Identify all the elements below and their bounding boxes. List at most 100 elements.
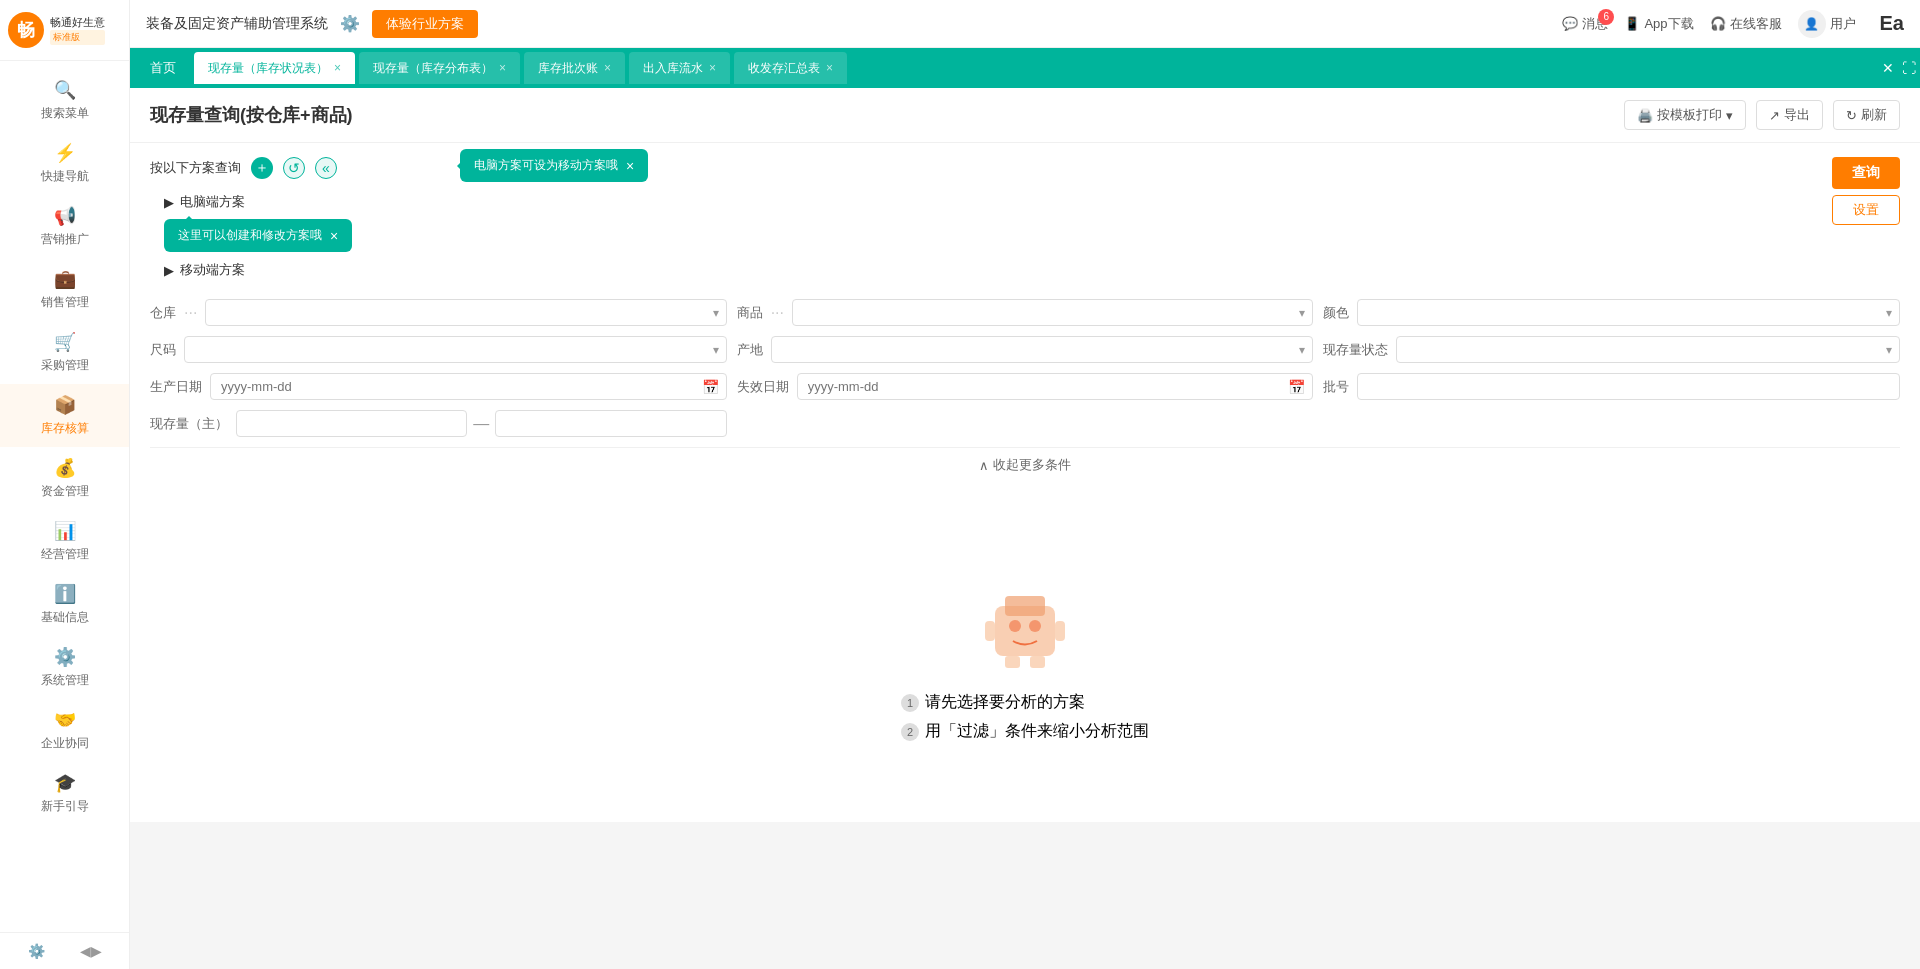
scheme-item-desktop[interactable]: ▶ 电脑端方案 [164,189,1900,215]
refresh-button[interactable]: ↻ 刷新 [1833,100,1900,130]
batch-input[interactable] [1357,373,1900,400]
guide-icon: 🎓 [54,772,76,794]
operation-icon: 📊 [54,520,76,542]
sidebar-item-shortcut[interactable]: ⚡ 快捷导航 [0,132,129,195]
collapse-bar[interactable]: ∧ 收起更多条件 [150,447,1900,482]
settings-bottom-icon[interactable]: ⚙️ [28,943,45,959]
sidebar-item-finance[interactable]: 💰 资金管理 [0,447,129,510]
filter-warehouse: 仓库 ··· ▾ [150,299,727,326]
sidebar-label-system: 系统管理 [41,672,89,689]
collapse-sidebar-icon[interactable]: ◀▶ [80,943,102,959]
tab-close-summary[interactable]: × [826,61,833,75]
stock-main-to[interactable] [495,410,726,437]
sidebar-item-inventory[interactable]: 📦 库存核算 [0,384,129,447]
filter-expire-date: 失效日期 📅 [737,373,1314,400]
filter-product: 商品 ··· ▾ [737,299,1314,326]
trial-button[interactable]: 体验行业方案 [372,10,478,38]
warehouse-select[interactable] [205,299,726,326]
origin-select[interactable] [771,336,1314,363]
scheme-arrow-mobile: ▶ [164,263,174,278]
filter-origin: 产地 ▾ [737,336,1314,363]
sidebar-item-purchase[interactable]: 🛒 采购管理 [0,321,129,384]
message-badge: 6 [1598,9,1614,25]
user-action[interactable]: 👤 用户 [1798,10,1856,38]
expire-date-calendar-icon[interactable]: 📅 [1288,379,1305,395]
size-select[interactable] [184,336,727,363]
sidebar-item-collab[interactable]: 🤝 企业协同 [0,699,129,762]
refresh-scheme-button[interactable]: ↺ [283,157,305,179]
sidebar-label-guide: 新手引导 [41,798,89,815]
filter-row-1: 仓库 ··· ▾ 商品 ··· ▾ [150,299,1900,326]
export-button[interactable]: ↗ 导出 [1756,100,1823,130]
sidebar-label-search: 搜索菜单 [41,105,89,122]
filter-row-4: 现存量（主） — [150,410,1900,437]
tab-close-all-icon[interactable]: ✕ [1882,60,1894,76]
produce-date-input[interactable] [210,373,727,400]
sidebar-item-operation[interactable]: 📊 经营管理 [0,510,129,573]
tooltip2-close[interactable]: × [330,228,338,244]
sidebar-nav: 🔍 搜索菜单 ⚡ 快捷导航 📢 营销推广 💼 销售管理 🛒 采购管理 📦 库存核… [0,61,129,932]
purchase-icon: 🛒 [54,331,76,353]
tab-summary[interactable]: 收发存汇总表 × [734,52,847,84]
filter-row-3: 生产日期 📅 失效日期 📅 [150,373,1900,400]
product-label: 商品 [737,304,763,322]
color-select[interactable] [1357,299,1900,326]
tab-inventory-dist[interactable]: 现存量（库存分布表） × [359,52,520,84]
expire-date-input[interactable] [797,373,1314,400]
sidebar-item-system[interactable]: ⚙️ 系统管理 [0,636,129,699]
filter-color: 颜色 ▾ [1323,299,1900,326]
basic-icon: ℹ️ [54,583,76,605]
tab-bar-right: ✕ ⛶ [1882,60,1916,76]
origin-select-wrapper: ▾ [771,336,1314,363]
tab-fullscreen-icon[interactable]: ⛶ [1902,60,1916,76]
tab-inventory-status[interactable]: 现存量（库存状况表） × [194,52,355,84]
query-button[interactable]: 查询 [1832,157,1900,189]
refresh-icon: ↻ [1846,108,1857,123]
product-select[interactable] [792,299,1313,326]
product-select-wrapper: ▾ [792,299,1313,326]
app-download-action[interactable]: 📱 App下载 [1624,15,1693,33]
tab-close-inventory-status[interactable]: × [334,61,341,75]
tab-inventory-dist-label: 现存量（库存分布表） [373,60,493,77]
online-support-action[interactable]: 🎧 在线客服 [1710,15,1782,33]
filter-produce-date: 生产日期 📅 [150,373,727,400]
produce-date-calendar-icon[interactable]: 📅 [702,379,719,395]
scheme-item-mobile[interactable]: ▶ 移动端方案 [164,257,1900,283]
stock-status-select-wrapper: ▾ [1396,336,1900,363]
sidebar-item-sales[interactable]: 💼 销售管理 [0,258,129,321]
sidebar-item-marketing[interactable]: 📢 营销推广 [0,195,129,258]
empty-illustration [975,576,1075,676]
print-button[interactable]: 🖨️ 按模板打印 ▾ [1624,100,1746,130]
stock-status-select[interactable] [1396,336,1900,363]
settings-gear-icon[interactable]: ⚙️ [340,14,360,33]
tab-batch-label: 库存批次账 [538,60,598,77]
tooltip2-text: 这里可以创建和修改方案哦 [178,227,322,244]
tab-close-inventory-dist[interactable]: × [499,61,506,75]
settings-filter-button[interactable]: 设置 [1832,195,1900,225]
size-label: 尺码 [150,341,176,359]
tab-close-batch[interactable]: × [604,61,611,75]
logo-tag: 标准版 [50,30,105,45]
export-label: 导出 [1784,106,1810,124]
sidebar-item-basic[interactable]: ℹ️ 基础信息 [0,573,129,636]
tooltip1-close[interactable]: × [626,158,634,174]
sidebar-item-guide[interactable]: 🎓 新手引导 [0,762,129,825]
scheme-list: ▶ 电脑端方案 这里可以创建和修改方案哦 × ▶ 移动端方案 [164,189,1900,283]
print-chevron-icon: ▾ [1726,108,1733,123]
tab-bar: 首页 现存量（库存状况表） × 现存量（库存分布表） × 库存批次账 × 出入库… [130,48,1920,88]
print-icon: 🖨️ [1637,108,1653,123]
prev-scheme-button[interactable]: « [315,157,337,179]
svg-rect-4 [985,621,995,641]
sidebar-label-shortcut: 快捷导航 [41,168,89,185]
message-action[interactable]: 💬 6 消息 [1562,15,1608,33]
add-scheme-button[interactable]: ＋ [251,157,273,179]
sidebar-item-search[interactable]: 🔍 搜索菜单 [0,69,129,132]
main-area: 装备及固定资产辅助管理系统 ⚙️ 体验行业方案 💬 6 消息 📱 App下载 🎧… [130,0,1920,969]
tab-flow[interactable]: 出入库流水 × [629,52,730,84]
stock-main-from[interactable] [236,410,467,437]
tab-close-flow[interactable]: × [709,61,716,75]
tab-home[interactable]: 首页 [134,48,192,88]
tab-batch[interactable]: 库存批次账 × [524,52,625,84]
filter-size: 尺码 ▾ [150,336,727,363]
batch-label: 批号 [1323,378,1349,396]
